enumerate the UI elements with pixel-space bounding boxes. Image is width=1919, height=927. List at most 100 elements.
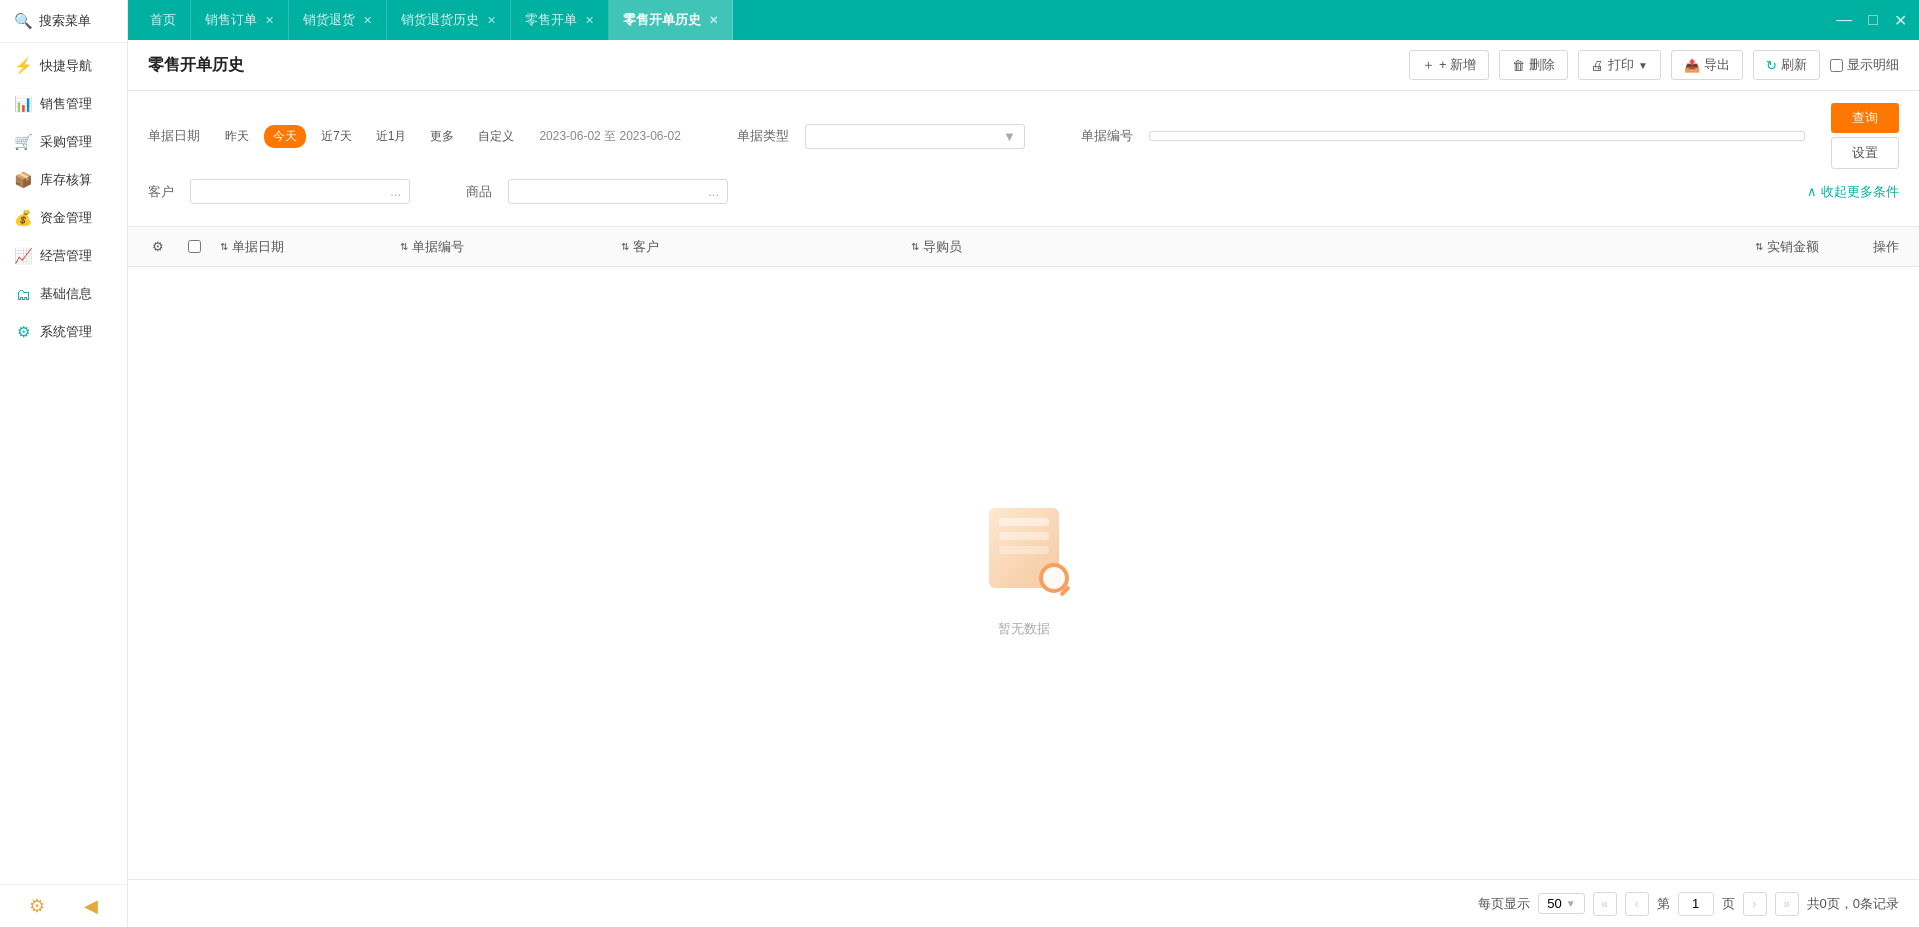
col-checkbox[interactable] xyxy=(176,240,212,253)
custom-btn[interactable]: 自定义 xyxy=(469,125,523,148)
next-page-btn[interactable]: › xyxy=(1743,892,1767,916)
basic-info-icon: 🗂 xyxy=(14,286,32,303)
display-detail-checkbox[interactable] xyxy=(1830,59,1843,72)
tab-sales-order-label: 销售订单 xyxy=(205,11,257,29)
inventory-icon: 📦 xyxy=(14,171,32,189)
today-btn[interactable]: 今天 xyxy=(264,125,306,148)
tab-retail-history-close[interactable]: ✕ xyxy=(709,14,718,27)
tab-bar: 首页 销售订单 ✕ 销货退货 ✕ 销货退货历史 ✕ 零售开单 ✕ 零售开单历史 … xyxy=(128,0,1919,40)
page-input[interactable] xyxy=(1678,892,1714,916)
sidebar-item-inventory[interactable]: 📦 库存核算 xyxy=(0,161,127,199)
empty-state: 暂无数据 xyxy=(128,267,1919,879)
sidebar-item-basic-info[interactable]: 🗂 基础信息 xyxy=(0,275,127,313)
window-close-btn[interactable]: ✕ xyxy=(1890,7,1911,34)
tab-sales-return-history[interactable]: 销货退货历史 ✕ xyxy=(387,0,511,40)
date-range-display: 2023-06-02 至 2023-06-02 xyxy=(539,128,680,145)
sidebar-item-purchase-mgmt[interactable]: 🛒 采购管理 xyxy=(0,123,127,161)
sales-icon: 📊 xyxy=(14,95,32,113)
col-customer[interactable]: ⇅ 客户 xyxy=(613,238,903,256)
sort-icon-amount: ⇅ xyxy=(1755,241,1763,252)
per-page-value: 50 xyxy=(1547,896,1561,911)
yesterday-btn[interactable]: 昨天 xyxy=(216,125,258,148)
col-num[interactable]: ⇅ 单据编号 xyxy=(392,238,613,256)
window-maximize-btn[interactable]: □ xyxy=(1864,7,1882,33)
tab-sales-return-history-close[interactable]: ✕ xyxy=(487,14,496,27)
filter-area: 单据日期 昨天 今天 近7天 近1月 更多 自定义 2023-06-02 至 2… xyxy=(128,91,1919,227)
sidebar-item-label: 经营管理 xyxy=(40,247,92,265)
sidebar: 🔍 搜索菜单 ⚡ 快捷导航 📊 销售管理 🛒 采购管理 📦 库存核算 💰 资金管… xyxy=(0,0,128,927)
refresh-button[interactable]: ↻ 刷新 xyxy=(1753,50,1820,80)
doc-num-input[interactable] xyxy=(1149,131,1805,141)
filter-row-2: 客户 ... 商品 ... ∧ 收起更多条件 xyxy=(148,179,1899,204)
sidebar-item-operations[interactable]: 📈 经营管理 xyxy=(0,237,127,275)
first-page-btn[interactable]: « xyxy=(1593,892,1617,916)
tab-home[interactable]: 首页 xyxy=(136,0,191,40)
col-settings[interactable]: ⚙ xyxy=(140,239,176,254)
sidebar-item-label: 资金管理 xyxy=(40,209,92,227)
add-button[interactable]: ＋ + 新增 xyxy=(1409,50,1489,80)
more-btn[interactable]: 更多 xyxy=(421,125,463,148)
sidebar-item-finance[interactable]: 💰 资金管理 xyxy=(0,199,127,237)
select-all-checkbox[interactable] xyxy=(188,240,201,253)
sidebar-item-label: 基础信息 xyxy=(40,285,92,303)
delete-button[interactable]: 🗑 删除 xyxy=(1499,50,1568,80)
tab-sales-return-label: 销货退货 xyxy=(303,11,355,29)
last7-btn[interactable]: 近7天 xyxy=(312,125,361,148)
tab-retail-history[interactable]: 零售开单历史 ✕ xyxy=(609,0,733,40)
window-minimize-btn[interactable]: — xyxy=(1832,7,1856,33)
tab-sales-return-history-label: 销货退货历史 xyxy=(401,11,479,29)
query-button[interactable]: 查询 xyxy=(1831,103,1899,133)
page-title: 零售开单历史 xyxy=(148,55,244,76)
collapse-up-icon: ∧ xyxy=(1807,184,1817,199)
tab-sales-return[interactable]: 销货退货 ✕ xyxy=(289,0,387,40)
export-icon: 📤 xyxy=(1684,58,1700,73)
tab-sales-order[interactable]: 销售订单 ✕ xyxy=(191,0,289,40)
per-page-label: 每页显示 xyxy=(1478,895,1530,913)
export-button[interactable]: 📤 导出 xyxy=(1671,50,1743,80)
customer-dots-icon: ... xyxy=(390,184,401,199)
tab-retail-open[interactable]: 零售开单 ✕ xyxy=(511,0,609,40)
sort-icon-date: ⇅ xyxy=(220,241,228,252)
last-month-btn[interactable]: 近1月 xyxy=(367,125,416,148)
sidebar-item-label: 库存核算 xyxy=(40,171,92,189)
pagination-summary: 共0页，0条记录 xyxy=(1807,895,1899,913)
add-icon: ＋ xyxy=(1422,56,1435,74)
doc-type-label: 单据类型 xyxy=(737,127,789,145)
goods-input[interactable]: ... xyxy=(508,179,728,204)
col-amount[interactable]: ⇅ 实销金额 xyxy=(1647,238,1827,256)
tab-sales-return-close[interactable]: ✕ xyxy=(363,14,372,27)
customer-label: 客户 xyxy=(148,183,174,201)
per-page-select[interactable]: 50 ▼ xyxy=(1538,893,1584,914)
col-date[interactable]: ⇅ 单据日期 xyxy=(212,238,392,256)
display-detail-checkbox-label[interactable]: 显示明细 xyxy=(1830,56,1899,74)
page-label-end: 页 xyxy=(1722,895,1735,913)
tab-retail-open-close[interactable]: ✕ xyxy=(585,14,594,27)
sidebar-item-sys-mgmt[interactable]: ⚙ 系统管理 xyxy=(0,313,127,351)
sidebar-item-label: 系统管理 xyxy=(40,323,92,341)
delete-icon: 🗑 xyxy=(1512,58,1525,73)
doc-type-select[interactable]: ▼ xyxy=(805,124,1025,149)
collapse-btn[interactable]: ∧ 收起更多条件 xyxy=(1807,183,1899,201)
customer-input[interactable]: ... xyxy=(190,179,410,204)
sidebar-item-quick-nav[interactable]: ⚡ 快捷导航 xyxy=(0,47,127,85)
sidebar-collapse-btn[interactable]: ◀ xyxy=(84,895,98,917)
sidebar-settings-btn[interactable]: ⚙ xyxy=(29,895,45,917)
search-icon: 🔍 xyxy=(14,12,33,30)
table-area: ⚙ ⇅ 单据日期 ⇅ 单据编号 ⇅ 客户 ⇅ xyxy=(128,227,1919,927)
sidebar-item-sales-mgmt[interactable]: 📊 销售管理 xyxy=(0,85,127,123)
date-shortcuts: 昨天 今天 近7天 近1月 更多 自定义 xyxy=(216,125,523,148)
tab-retail-history-label: 零售开单历史 xyxy=(623,11,701,29)
goods-dots-icon: ... xyxy=(708,184,719,199)
tab-sales-order-close[interactable]: ✕ xyxy=(265,14,274,27)
sidebar-search[interactable]: 🔍 搜索菜单 xyxy=(0,0,127,43)
settings-button[interactable]: 设置 xyxy=(1831,137,1899,169)
prev-page-btn[interactable]: ‹ xyxy=(1625,892,1649,916)
print-button[interactable]: 🖨 打印 ▼ xyxy=(1578,50,1661,80)
operations-icon: 📈 xyxy=(14,247,32,265)
col-guide[interactable]: ⇅ 导购员 xyxy=(903,238,1083,256)
per-page-dropdown-icon: ▼ xyxy=(1566,898,1576,909)
sort-icon-num: ⇅ xyxy=(400,241,408,252)
sys-icon: ⚙ xyxy=(14,323,32,341)
last-page-btn[interactable]: » xyxy=(1775,892,1799,916)
print-dropdown-icon: ▼ xyxy=(1638,60,1648,71)
